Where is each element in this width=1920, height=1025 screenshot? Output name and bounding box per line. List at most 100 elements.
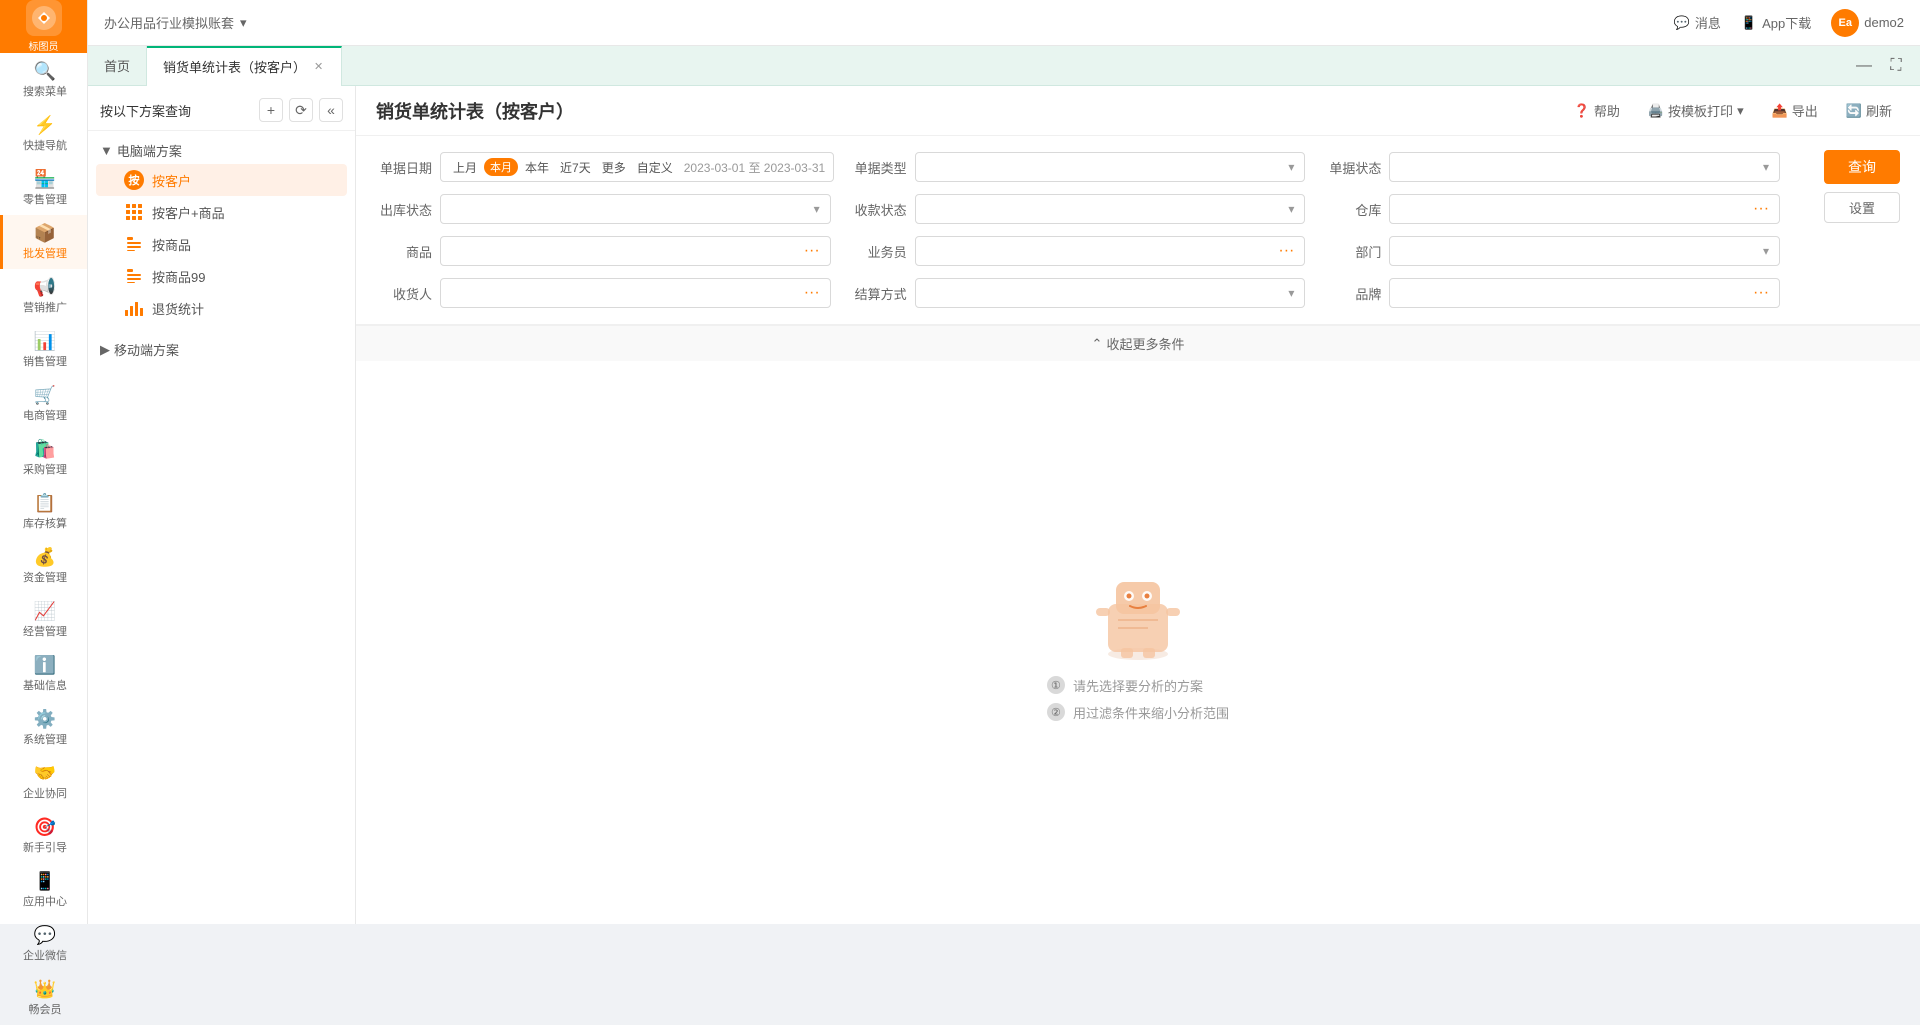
sidebar-item-member[interactable]: 👑 畅会员 bbox=[0, 971, 87, 1025]
warehouse-label: 仓库 bbox=[1325, 200, 1381, 219]
out-status-control[interactable]: ▾ bbox=[440, 194, 831, 224]
sidebar-item-marketing[interactable]: 📢 营销推广 bbox=[0, 269, 87, 323]
refresh-button[interactable]: 🔄 刷新 bbox=[1838, 97, 1900, 124]
sidebar-item-app[interactable]: 📱 应用中心 bbox=[0, 863, 87, 917]
download-icon: 📱 bbox=[1741, 15, 1757, 31]
query-button[interactable]: 查询 bbox=[1824, 150, 1900, 184]
order-status-chevron-icon: ▾ bbox=[1763, 160, 1769, 174]
sidebar-item-search[interactable]: 🔍 搜索菜单 bbox=[0, 53, 87, 107]
order-type-chevron-icon: ▾ bbox=[1288, 160, 1294, 174]
sidebar-item-collab-label: 企业协同 bbox=[23, 785, 67, 801]
scheme-item-returns[interactable]: 退货统计 bbox=[96, 292, 347, 324]
settings-button[interactable]: 设置 bbox=[1824, 192, 1900, 223]
date-btn-this-year[interactable]: 本年 bbox=[521, 158, 553, 177]
receiver-more-icon[interactable]: ··· bbox=[804, 284, 820, 302]
collapse-bar[interactable]: ⌃ 收起更多条件 bbox=[356, 325, 1920, 361]
date-btn-last-month[interactable]: 上月 bbox=[449, 158, 481, 177]
date-btn-more[interactable]: 更多 bbox=[598, 158, 630, 177]
message-button[interactable]: 💬 消息 bbox=[1674, 13, 1721, 32]
sidebar-item-inventory[interactable]: 📋 库存核算 bbox=[0, 485, 87, 539]
goods-control[interactable]: ··· bbox=[440, 236, 831, 266]
sidebar-item-nav[interactable]: ⚡ 快捷导航 bbox=[0, 107, 87, 161]
hint-text-1: 请先选择要分析的方案 bbox=[1073, 676, 1203, 695]
date-btn-7days[interactable]: 近7天 bbox=[556, 158, 595, 177]
collapse-panel-button[interactable]: « bbox=[319, 98, 343, 122]
logo[interactable]: 标图员 bbox=[0, 0, 87, 53]
salesman-control[interactable]: ··· bbox=[915, 236, 1306, 266]
date-btn-custom[interactable]: 自定义 bbox=[633, 158, 677, 177]
sidebar-item-search-label: 搜索菜单 bbox=[23, 83, 67, 99]
sidebar-item-finance[interactable]: 💰 资金管理 bbox=[0, 539, 87, 593]
help-icon: ❓ bbox=[1574, 103, 1590, 119]
sidebar-item-wechat[interactable]: 💬 企业微信 bbox=[0, 917, 87, 971]
desktop-scheme-header[interactable]: ▼ 电脑端方案 bbox=[96, 137, 347, 164]
brand-control[interactable]: ··· bbox=[1389, 278, 1780, 308]
add-scheme-button[interactable]: + bbox=[259, 98, 283, 122]
refresh-scheme-button[interactable]: ⟳ bbox=[289, 98, 313, 122]
collapse-up-icon: ⌃ bbox=[1092, 336, 1103, 352]
sidebar-item-member-label: 畅会员 bbox=[29, 1001, 62, 1017]
payment-status-label: 收款状态 bbox=[851, 200, 907, 219]
help-button[interactable]: ❓ 帮助 bbox=[1566, 97, 1628, 124]
ecommerce-icon: 🛒 bbox=[34, 386, 56, 404]
sidebar-item-collab[interactable]: 🤝 企业协同 bbox=[0, 755, 87, 809]
sidebar-item-wholesale[interactable]: 📦 批发管理 bbox=[0, 215, 87, 269]
sidebar-item-operation-label: 经营管理 bbox=[23, 623, 67, 639]
sidebar-item-inventory-label: 库存核算 bbox=[23, 515, 67, 531]
logo-icon bbox=[26, 0, 62, 36]
app-download-button[interactable]: 📱 App下载 bbox=[1741, 13, 1811, 32]
settlement-control[interactable]: ▾ bbox=[915, 278, 1306, 308]
sidebar-item-operation[interactable]: 📈 经营管理 bbox=[0, 593, 87, 647]
sidebar-item-basic[interactable]: ℹ️ 基础信息 bbox=[0, 647, 87, 701]
tab-close-icon[interactable]: ✕ bbox=[312, 58, 325, 75]
filter-area: 单据日期 上月 本月 本年 近7天 更多 自定义 2023-03-01 至 20… bbox=[356, 136, 1920, 325]
order-status-control[interactable]: ▾ bbox=[1389, 152, 1780, 182]
date-btn-this-month[interactable]: 本月 bbox=[484, 158, 518, 176]
order-type-control[interactable]: ▾ bbox=[915, 152, 1306, 182]
sidebar-item-guide[interactable]: 🎯 新手引导 bbox=[0, 809, 87, 863]
tab-home[interactable]: 首页 bbox=[88, 46, 147, 86]
marketing-icon: 📢 bbox=[34, 278, 56, 296]
collapse-label: 收起更多条件 bbox=[1106, 334, 1184, 353]
filter-row-3: 商品 ··· 业务员 ··· bbox=[376, 236, 1900, 266]
inventory-icon: 📋 bbox=[34, 494, 56, 512]
scheme-item-by-customer[interactable]: 按 按客户 bbox=[96, 164, 347, 196]
tab-sales-stat-label: 销货单统计表（按客户） bbox=[163, 57, 306, 76]
finance-icon: 💰 bbox=[34, 548, 56, 566]
warehouse-more-icon[interactable]: ··· bbox=[1753, 200, 1769, 218]
receiver-control[interactable]: ··· bbox=[440, 278, 831, 308]
department-control[interactable]: ▾ bbox=[1389, 236, 1780, 266]
date-range-control[interactable]: 上月 本月 本年 近7天 更多 自定义 2023-03-01 至 2023-03… bbox=[440, 152, 834, 182]
tab-sales-stat[interactable]: 销货单统计表（按客户） ✕ bbox=[147, 46, 342, 86]
desktop-scheme-group: ▼ 电脑端方案 按 按客户 按客户+商品 bbox=[88, 131, 355, 330]
user-profile[interactable]: Ea demo2 bbox=[1831, 9, 1904, 37]
chevron-down-icon: ▼ bbox=[100, 143, 113, 158]
window-minimize-icon[interactable]: — bbox=[1852, 54, 1876, 78]
filter-wrapper: 单据日期 上月 本月 本年 近7天 更多 自定义 2023-03-01 至 20… bbox=[356, 136, 1920, 361]
scheme-item-by-goods99-label: 按商品99 bbox=[152, 267, 205, 286]
payment-status-control[interactable]: ▾ bbox=[915, 194, 1306, 224]
export-button[interactable]: 📤 导出 bbox=[1764, 97, 1826, 124]
scheme-item-by-goods99[interactable]: 按商品99 bbox=[96, 260, 347, 292]
sidebar-item-ecommerce[interactable]: 🛒 电商管理 bbox=[0, 377, 87, 431]
empty-illustration bbox=[1078, 564, 1198, 664]
filter-cell-receiver: 收货人 ··· bbox=[376, 278, 831, 308]
salesman-more-icon[interactable]: ··· bbox=[1278, 242, 1294, 260]
sidebar-item-sales[interactable]: 📊 销售管理 bbox=[0, 323, 87, 377]
sidebar-item-purchase[interactable]: 🛍️ 采购管理 bbox=[0, 431, 87, 485]
sidebar-item-retail[interactable]: 🏪 零售管理 bbox=[0, 161, 87, 215]
scheme-item-by-goods[interactable]: 按商品 bbox=[96, 228, 347, 260]
scheme-item-by-customer-goods[interactable]: 按客户+商品 bbox=[96, 196, 347, 228]
goods-more-icon[interactable]: ··· bbox=[804, 242, 820, 260]
sidebar-item-sales-label: 销售管理 bbox=[23, 353, 67, 369]
brand-more-icon[interactable]: ··· bbox=[1753, 284, 1769, 302]
department-label: 部门 bbox=[1325, 242, 1381, 261]
refresh-label: 刷新 bbox=[1866, 101, 1892, 120]
warehouse-control[interactable]: ··· bbox=[1389, 194, 1780, 224]
window-maximize-icon[interactable]: ⛶ bbox=[1884, 54, 1908, 78]
sidebar-item-system[interactable]: ⚙️ 系统管理 bbox=[0, 701, 87, 755]
topbar-account-dropdown[interactable]: 办公用品行业模拟账套 ▾ bbox=[104, 13, 247, 32]
retail-icon: 🏪 bbox=[34, 170, 56, 188]
mobile-scheme-header[interactable]: ▶ 移动端方案 bbox=[96, 336, 347, 363]
print-button[interactable]: 🖨️ 按模板打印 ▾ bbox=[1640, 97, 1752, 124]
